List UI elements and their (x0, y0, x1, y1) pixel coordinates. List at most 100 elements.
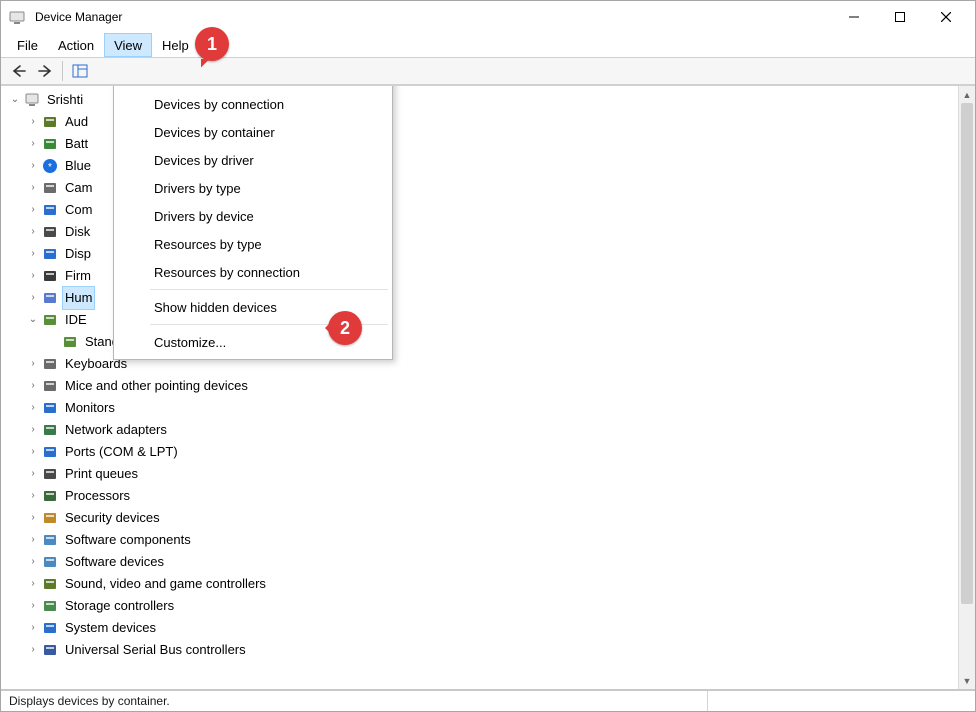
device-category-icon (24, 92, 40, 108)
chevron-right-icon[interactable]: › (26, 177, 40, 199)
chevron-right-icon[interactable]: › (26, 441, 40, 463)
dropdown-item-label: Customize... (154, 335, 226, 350)
device-manager-window: Device Manager File Action View Help 1 (0, 0, 976, 712)
tree-node-label: Universal Serial Bus controllers (62, 639, 249, 661)
menu-help[interactable]: Help (152, 33, 199, 57)
device-category-icon (42, 532, 58, 548)
tree-node[interactable]: › Software devices (4, 551, 955, 573)
tree-node-label: Monitors (62, 397, 118, 419)
tree-node-label: Storage controllers (62, 595, 177, 617)
vertical-scrollbar[interactable]: ▲ ▼ (958, 86, 975, 689)
chevron-right-icon[interactable]: › (26, 111, 40, 133)
view-dropdown-item[interactable]: Drivers by type (114, 174, 392, 202)
tree-node[interactable]: › Universal Serial Bus controllers (4, 639, 955, 661)
show-hide-console-button[interactable] (68, 60, 92, 82)
device-category-icon (62, 334, 78, 350)
chevron-right-icon[interactable]: › (26, 617, 40, 639)
chevron-right-icon[interactable]: › (26, 133, 40, 155)
tree-pane: ⌄Srishti›Aud›Batt›*Blue›Cam›Com›Disk›Dis… (1, 86, 958, 689)
tree-node-label: Hum (62, 286, 95, 310)
chevron-right-icon[interactable]: › (26, 155, 40, 177)
chevron-right-icon[interactable]: › (26, 375, 40, 397)
device-category-icon (42, 422, 58, 438)
tree-node-label: Security devices (62, 507, 163, 529)
tree-node[interactable]: ›System devices (4, 617, 955, 639)
window-title: Device Manager (35, 10, 122, 24)
menu-view[interactable]: View (104, 33, 152, 57)
chevron-right-icon[interactable]: › (26, 639, 40, 661)
back-button[interactable] (7, 60, 31, 82)
tree-node[interactable]: ›Software components (4, 529, 955, 551)
chevron-right-icon[interactable]: › (26, 287, 40, 309)
device-category-icon (42, 642, 58, 658)
close-button[interactable] (923, 1, 969, 33)
statusbar: Displays devices by container. (1, 689, 975, 711)
chevron-right-icon[interactable]: › (26, 507, 40, 529)
chevron-right-icon[interactable]: › (26, 529, 40, 551)
chevron-right-icon[interactable]: › (26, 353, 40, 375)
tree-node-label: Cam (62, 177, 95, 199)
view-dropdown-item[interactable]: Devices by driver (114, 146, 392, 174)
status-segment (707, 691, 967, 711)
device-category-icon (42, 136, 58, 152)
toolbar-separator (62, 61, 63, 81)
chevron-right-icon[interactable]: › (26, 397, 40, 419)
scroll-thumb[interactable] (961, 103, 973, 604)
menu-action[interactable]: Action (48, 33, 104, 57)
tree-node-label: Srishti (44, 89, 86, 111)
chevron-right-icon[interactable]: › (26, 243, 40, 265)
scroll-track[interactable] (959, 103, 975, 672)
device-category-icon (42, 246, 58, 262)
chevron-right-icon[interactable]: › (26, 485, 40, 507)
tree-node-label: Mice and other pointing devices (62, 375, 251, 397)
device-category-icon (42, 400, 58, 416)
dropdown-item-label: Devices by connection (154, 97, 284, 112)
tree-node-label: Aud (62, 111, 91, 133)
tree-node[interactable]: ›Processors (4, 485, 955, 507)
tree-node[interactable]: ›Sound, video and game controllers (4, 573, 955, 595)
chevron-right-icon[interactable]: › (26, 419, 40, 441)
tree-node[interactable]: › Print queues (4, 463, 955, 485)
menu-file[interactable]: File (7, 33, 48, 57)
device-category-icon (42, 202, 58, 218)
chevron-down-icon[interactable]: ⌄ (8, 89, 22, 111)
chevron-down-icon[interactable]: ⌄ (26, 309, 40, 331)
tree-node[interactable]: › Storage controllers (4, 595, 955, 617)
view-dropdown-item[interactable]: Devices by connection (114, 90, 392, 118)
chevron-right-icon[interactable]: › (26, 463, 40, 485)
minimize-button[interactable] (831, 1, 877, 33)
tree-node-label: Print queues (62, 463, 141, 485)
chevron-right-icon[interactable]: › (26, 199, 40, 221)
forward-button[interactable] (33, 60, 57, 82)
device-category-icon (42, 466, 58, 482)
device-category-icon (42, 224, 58, 240)
chevron-right-icon[interactable]: › (26, 265, 40, 287)
chevron-right-icon[interactable]: › (26, 595, 40, 617)
view-dropdown-item[interactable]: Devices by container (114, 118, 392, 146)
view-dropdown-item[interactable]: Resources by connection (114, 258, 392, 286)
tree-node[interactable]: › Monitors (4, 397, 955, 419)
chevron-right-icon[interactable]: › (26, 573, 40, 595)
device-category-icon: * (42, 158, 58, 174)
content-area: ⌄Srishti›Aud›Batt›*Blue›Cam›Com›Disk›Dis… (1, 85, 975, 689)
scroll-up-button[interactable]: ▲ (959, 86, 975, 103)
view-dropdown-item[interactable]: Resources by type (114, 230, 392, 258)
device-category-icon (42, 554, 58, 570)
device-category-icon (42, 620, 58, 636)
tree-node[interactable]: › Security devices (4, 507, 955, 529)
tree-node-label: Software devices (62, 551, 167, 573)
tree-node-label: IDE (62, 309, 90, 331)
dropdown-item-label: Devices by container (154, 125, 275, 140)
app-icon (9, 9, 25, 25)
chevron-right-icon[interactable]: › (26, 221, 40, 243)
device-category-icon (42, 356, 58, 372)
maximize-button[interactable] (877, 1, 923, 33)
tree-node-label: Disp (62, 243, 94, 265)
scroll-down-button[interactable]: ▼ (959, 672, 975, 689)
tree-node[interactable]: › Mice and other pointing devices (4, 375, 955, 397)
chevron-right-icon[interactable]: › (26, 551, 40, 573)
callout-2: 2 (328, 311, 362, 345)
tree-node[interactable]: ›Ports (COM & LPT) (4, 441, 955, 463)
view-dropdown-item[interactable]: Drivers by device (114, 202, 392, 230)
tree-node[interactable]: ›Network adapters (4, 419, 955, 441)
